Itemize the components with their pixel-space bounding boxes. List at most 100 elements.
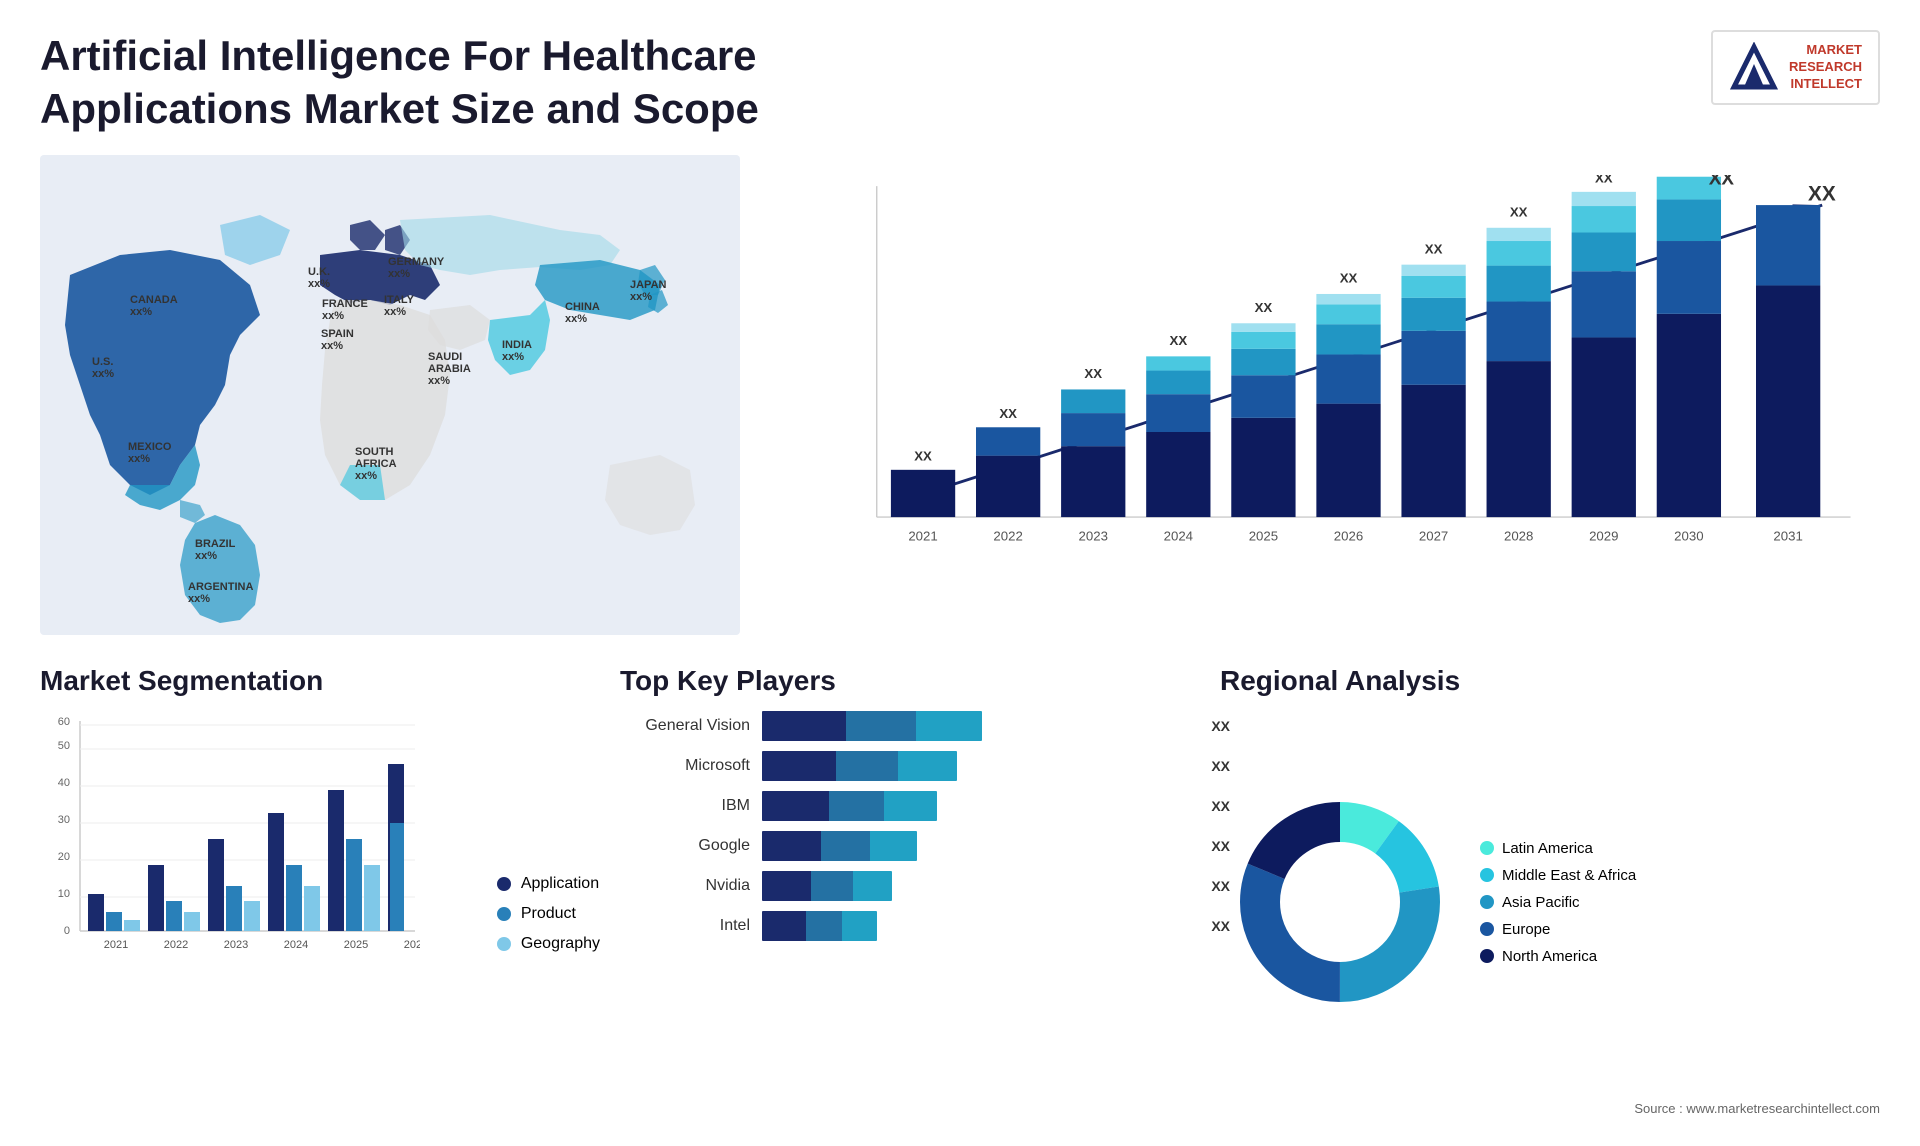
player-bar-seg2 [821, 831, 871, 861]
player-bar-seg1 [762, 871, 811, 901]
svg-text:xx%: xx% [565, 313, 587, 325]
player-bar-seg3 [853, 871, 892, 901]
player-bar [762, 711, 982, 741]
svg-text:XX: XX [1510, 204, 1528, 219]
player-row: MicrosoftXX [620, 751, 1200, 781]
donut-area: Latin AmericaMiddle East & AfricaAsia Pa… [1220, 711, 1880, 1093]
svg-text:U.S.: U.S. [92, 356, 113, 368]
main-chart-svg: XX 2021 XX 2022 XX 2023 [820, 175, 1860, 585]
seg-section: Market Segmentation 0 10 20 30 40 50 [40, 665, 600, 1116]
svg-text:xx%: xx% [502, 351, 524, 363]
svg-text:XX: XX [1709, 175, 1735, 189]
seg-legend: Application Product Geography [497, 711, 600, 1116]
svg-text:XX: XX [1808, 182, 1836, 205]
svg-text:2031: 2031 [1773, 529, 1802, 544]
svg-text:AFRICA: AFRICA [355, 458, 397, 470]
svg-text:xx%: xx% [308, 278, 330, 290]
svg-text:xx%: xx% [388, 268, 410, 280]
svg-text:CANADA: CANADA [130, 294, 178, 306]
player-row: GoogleXX [620, 831, 1200, 861]
logo-line3: INTELLECT [1789, 76, 1862, 93]
svg-text:2022: 2022 [164, 939, 188, 951]
seg-chart-svg: 0 10 20 30 40 50 60 [40, 711, 420, 981]
logo-icon [1729, 42, 1779, 92]
svg-text:xx%: xx% [128, 453, 150, 465]
player-row: IntelXX [620, 911, 1200, 941]
player-bar-label: XX [1211, 758, 1230, 774]
svg-text:XX: XX [1425, 241, 1443, 256]
svg-text:GERMANY: GERMANY [388, 256, 445, 268]
player-bar-seg2 [829, 791, 885, 821]
top-section: CANADA xx% U.S. xx% MEXICO xx% BRAZIL xx… [40, 155, 1880, 635]
reg-legend-label: Latin America [1502, 840, 1593, 857]
reg-legend-item: Europe [1480, 921, 1636, 938]
svg-text:MEXICO: MEXICO [128, 441, 172, 453]
page-title: Artificial Intelligence For Healthcare A… [40, 30, 840, 135]
reg-legend-label: Middle East & Africa [1502, 867, 1636, 884]
page-container: Artificial Intelligence For Healthcare A… [0, 0, 1920, 1146]
legend-application: Application [497, 875, 600, 893]
reg-legend-item: Latin America [1480, 840, 1636, 857]
logo-line2: RESEARCH [1789, 59, 1862, 76]
svg-text:SAUDI: SAUDI [428, 351, 462, 363]
svg-text:2024: 2024 [1164, 529, 1193, 544]
main-bar-chart-container: XX 2021 XX 2022 XX 2023 [770, 155, 1880, 635]
svg-text:xx%: xx% [630, 291, 652, 303]
player-bar-label: XX [1211, 718, 1230, 734]
player-bar-wrap: XX [762, 791, 1200, 821]
svg-text:40: 40 [58, 777, 70, 789]
donut-chart [1220, 782, 1460, 1022]
player-bar [762, 831, 917, 861]
svg-text:xx%: xx% [92, 368, 114, 380]
svg-text:2021: 2021 [104, 939, 128, 951]
svg-text:INDIA: INDIA [502, 339, 532, 351]
player-bar-seg3 [916, 711, 982, 741]
svg-text:xx%: xx% [384, 306, 406, 318]
svg-text:10: 10 [58, 888, 70, 900]
player-bar-wrap: XX [762, 831, 1200, 861]
svg-text:xx%: xx% [321, 340, 343, 352]
svg-text:30: 30 [58, 814, 70, 826]
svg-text:2029: 2029 [1589, 529, 1618, 544]
player-bar-seg3 [898, 751, 957, 781]
player-bar-seg1 [762, 711, 846, 741]
svg-text:2026: 2026 [404, 939, 420, 951]
reg-legend-dot [1480, 841, 1494, 855]
svg-text:FRANCE: FRANCE [322, 298, 368, 310]
reg-legend-dot [1480, 868, 1494, 882]
svg-text:ITALY: ITALY [384, 294, 415, 306]
player-bar-seg2 [811, 871, 853, 901]
svg-text:ARABIA: ARABIA [428, 363, 471, 375]
header: Artificial Intelligence For Healthcare A… [40, 30, 1880, 135]
players-title: Top Key Players [620, 665, 1200, 697]
regional-legend: Latin AmericaMiddle East & AfricaAsia Pa… [1480, 840, 1636, 965]
player-bar-seg2 [806, 911, 843, 941]
svg-text:xx%: xx% [322, 310, 344, 322]
svg-text:xx%: xx% [355, 470, 377, 482]
player-row: General VisionXX [620, 711, 1200, 741]
reg-legend-item: Middle East & Africa [1480, 867, 1636, 884]
reg-legend-dot [1480, 949, 1494, 963]
player-name: Intel [620, 917, 750, 935]
svg-text:50: 50 [58, 740, 70, 752]
map-container: CANADA xx% U.S. xx% MEXICO xx% BRAZIL xx… [40, 155, 740, 635]
svg-text:XX: XX [914, 448, 932, 463]
source-text: Source : www.marketresearchintellect.com [1220, 1101, 1880, 1116]
svg-text:2023: 2023 [1079, 529, 1108, 544]
svg-text:2024: 2024 [284, 939, 308, 951]
player-bar-wrap: XX [762, 751, 1200, 781]
bottom-section: Market Segmentation 0 10 20 30 40 50 [40, 665, 1880, 1116]
reg-legend-label: North America [1502, 948, 1597, 965]
legend-label-geo: Geography [521, 935, 600, 953]
svg-text:xx%: xx% [130, 306, 152, 318]
svg-text:BRAZIL: BRAZIL [195, 538, 236, 550]
svg-text:ARGENTINA: ARGENTINA [188, 581, 253, 593]
regional-title: Regional Analysis [1220, 665, 1880, 697]
svg-text:SPAIN: SPAIN [321, 328, 354, 340]
player-bar-seg1 [762, 751, 836, 781]
donut-svg [1220, 782, 1460, 1022]
player-bar [762, 791, 937, 821]
player-name: General Vision [620, 717, 750, 735]
player-row: NvidiaXX [620, 871, 1200, 901]
svg-text:U.K.: U.K. [308, 266, 330, 278]
